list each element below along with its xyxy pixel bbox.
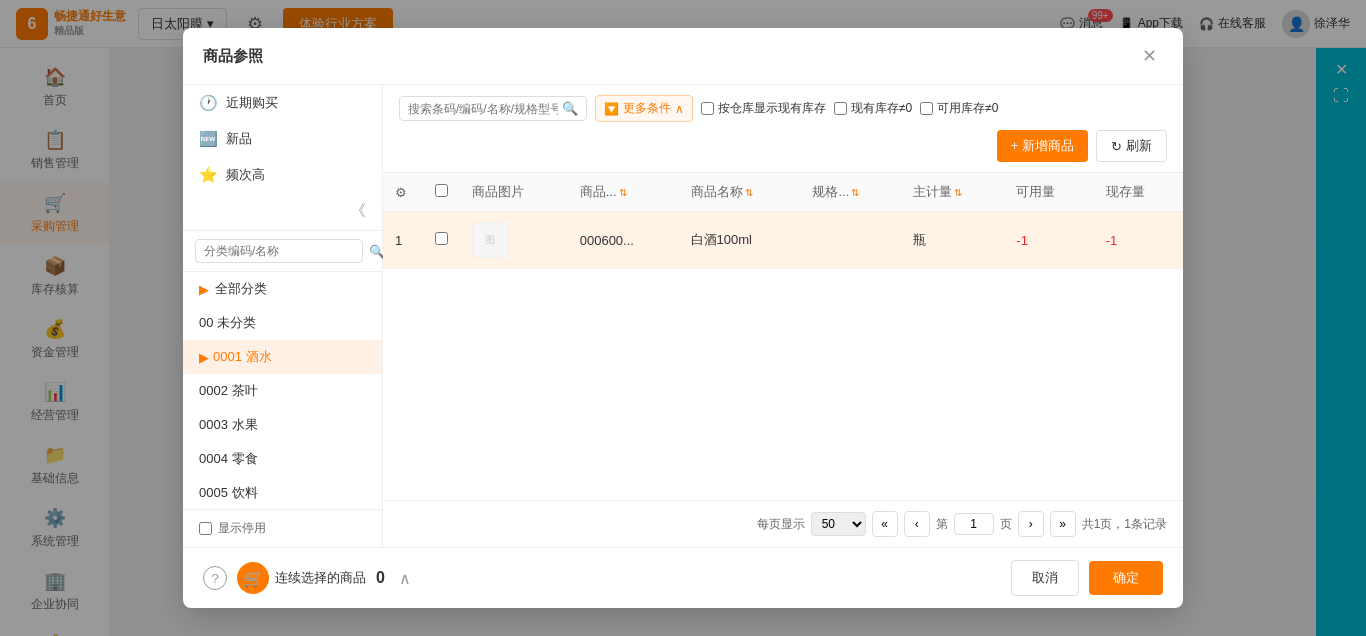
- product-search-icon[interactable]: 🔍: [562, 101, 578, 116]
- th-code[interactable]: 商品...⇅: [568, 173, 679, 212]
- tab-new-products[interactable]: 🆕 新品: [183, 121, 382, 157]
- modal-overlay: 商品参照 ✕ 🕐 近期购买 🆕 新品 ⭐ 频次高: [0, 0, 1366, 636]
- toolbar: 🔍 🔽 更多条件 ∧ 按仓库显示现有库存 现有库存≠0: [383, 85, 1183, 173]
- right-panel: 🔍 🔽 更多条件 ∧ 按仓库显示现有库存 现有库存≠0: [383, 85, 1183, 547]
- cart-area: 🛒 连续选择的商品 0: [237, 562, 389, 594]
- tab-high-frequency[interactable]: ⭐ 频次高: [183, 157, 382, 193]
- star-icon: ⭐: [199, 166, 218, 184]
- sort-spec-icon: ⇅: [851, 187, 859, 198]
- filter-nonzero-available-checkbox[interactable]: [920, 102, 933, 115]
- category-item-snacks[interactable]: 0004 零食: [183, 442, 382, 476]
- sort-unit-icon: ⇅: [954, 187, 962, 198]
- product-search-box: 🔍: [399, 96, 587, 121]
- modal-close-button[interactable]: ✕: [1135, 42, 1163, 70]
- product-table: ⚙ 商品图片 商品...⇅ 商品名称⇅ 规格...⇅: [383, 173, 1183, 269]
- sort-code-icon: ⇅: [619, 187, 627, 198]
- product-thumbnail: 图: [472, 222, 508, 258]
- last-page-button[interactable]: »: [1050, 511, 1076, 537]
- collapse-footer-icon[interactable]: ∧: [399, 569, 411, 588]
- first-page-button[interactable]: «: [872, 511, 898, 537]
- toolbar-right: + 新增商品 ↻ 刷新: [997, 130, 1167, 162]
- th-unit[interactable]: 主计量⇅: [901, 173, 1004, 212]
- arrow-right-icon: ▶: [199, 282, 209, 297]
- filter-icon: 🔽: [604, 102, 619, 116]
- th-image: 商品图片: [460, 173, 568, 212]
- category-item-liquor[interactable]: ▶ 0001 酒水: [183, 340, 382, 374]
- product-reference-modal: 商品参照 ✕ 🕐 近期购买 🆕 新品 ⭐ 频次高: [183, 28, 1183, 608]
- th-spec[interactable]: 规格...⇅: [800, 173, 900, 212]
- category-search-input[interactable]: [195, 239, 363, 263]
- filter-nonzero-stock-checkbox[interactable]: [834, 102, 847, 115]
- category-item-unclassified[interactable]: 00 未分类: [183, 306, 382, 340]
- modal-body: 🕐 近期购买 🆕 新品 ⭐ 频次高 《: [183, 85, 1183, 547]
- collapse-left-panel-button[interactable]: 《: [350, 201, 366, 222]
- per-page-select[interactable]: 50 100: [811, 512, 866, 536]
- cell-index: 1: [383, 212, 423, 269]
- cell-spec: [800, 212, 900, 269]
- cancel-button[interactable]: 取消: [1011, 560, 1079, 596]
- table-header-row: ⚙ 商品图片 商品...⇅ 商品名称⇅ 规格...⇅: [383, 173, 1183, 212]
- table-row[interactable]: 1 图 000600... 白酒100ml 瓶 -1 -1: [383, 212, 1183, 269]
- filter-by-warehouse-checkbox-label[interactable]: 按仓库显示现有库存: [701, 100, 826, 117]
- th-stock: 现存量: [1094, 173, 1183, 212]
- filter-nonzero-available-checkbox-label[interactable]: 可用库存≠0: [920, 100, 998, 117]
- tab-recent-purchase[interactable]: 🕐 近期购买: [183, 85, 382, 121]
- cell-checkbox[interactable]: [423, 212, 460, 269]
- modal-title: 商品参照: [203, 47, 1135, 66]
- select-all-checkbox[interactable]: [435, 184, 448, 197]
- refresh-icon: ↻: [1111, 139, 1122, 154]
- category-item-drinks[interactable]: 0005 饮料: [183, 476, 382, 509]
- cart-icon[interactable]: 🛒: [237, 562, 269, 594]
- cell-image: 图: [460, 212, 568, 269]
- cell-name: 白酒100ml: [679, 212, 801, 269]
- th-name[interactable]: 商品名称⇅: [679, 173, 801, 212]
- add-product-button[interactable]: + 新增商品: [997, 130, 1088, 162]
- left-panel: 🕐 近期购买 🆕 新品 ⭐ 频次高 《: [183, 85, 383, 547]
- help-button[interactable]: ?: [203, 566, 227, 590]
- next-page-button[interactable]: ›: [1018, 511, 1044, 537]
- filter-nonzero-stock-checkbox-label[interactable]: 现有库存≠0: [834, 100, 912, 117]
- confirm-button[interactable]: 确定: [1089, 561, 1163, 595]
- th-settings[interactable]: ⚙: [383, 173, 423, 212]
- filter-by-warehouse-checkbox[interactable]: [701, 102, 714, 115]
- category-list: ▶ 全部分类 00 未分类 ▶ 0001 酒水 0002 茶叶 0003 水果: [183, 272, 382, 509]
- show-disabled-checkbox[interactable]: [199, 522, 212, 535]
- arrow-active-icon: ▶: [199, 350, 209, 365]
- category-search-row: 🔍: [183, 231, 382, 272]
- sort-name-icon: ⇅: [745, 187, 753, 198]
- th-checkbox: [423, 173, 460, 212]
- category-item-tea[interactable]: 0002 茶叶: [183, 374, 382, 408]
- th-available: 可用量: [1004, 173, 1093, 212]
- recent-icon: 🕐: [199, 94, 218, 112]
- row-checkbox[interactable]: [435, 232, 448, 245]
- show-disabled-row: 显示停用: [183, 509, 382, 547]
- modal-footer: ? 🛒 连续选择的商品 0 ∧ 取消 确定: [183, 547, 1183, 608]
- cell-available: -1: [1004, 212, 1093, 269]
- refresh-button[interactable]: ↻ 刷新: [1096, 130, 1167, 162]
- prev-page-button[interactable]: ‹: [904, 511, 930, 537]
- new-icon: 🆕: [199, 130, 218, 148]
- page-number-input[interactable]: [954, 513, 994, 535]
- category-item-all[interactable]: ▶ 全部分类: [183, 272, 382, 306]
- total-info: 共1页，1条记录: [1082, 516, 1167, 533]
- left-panel-tabs: 🕐 近期购买 🆕 新品 ⭐ 频次高: [183, 85, 382, 193]
- category-item-fruit[interactable]: 0003 水果: [183, 408, 382, 442]
- modal-header: 商品参照 ✕: [183, 28, 1183, 85]
- product-search-input[interactable]: [408, 102, 558, 116]
- cell-stock: -1: [1094, 212, 1183, 269]
- selected-count: 0: [376, 569, 385, 587]
- cell-unit: 瓶: [901, 212, 1004, 269]
- cell-code: 000600...: [568, 212, 679, 269]
- more-filter-button[interactable]: 🔽 更多条件 ∧: [595, 95, 693, 122]
- chevron-up-icon: ∧: [675, 102, 684, 116]
- product-table-area: ⚙ 商品图片 商品...⇅ 商品名称⇅ 规格...⇅: [383, 173, 1183, 500]
- pagination: 每页显示 50 100 « ‹ 第 页 › » 共1页，1条记录: [383, 500, 1183, 547]
